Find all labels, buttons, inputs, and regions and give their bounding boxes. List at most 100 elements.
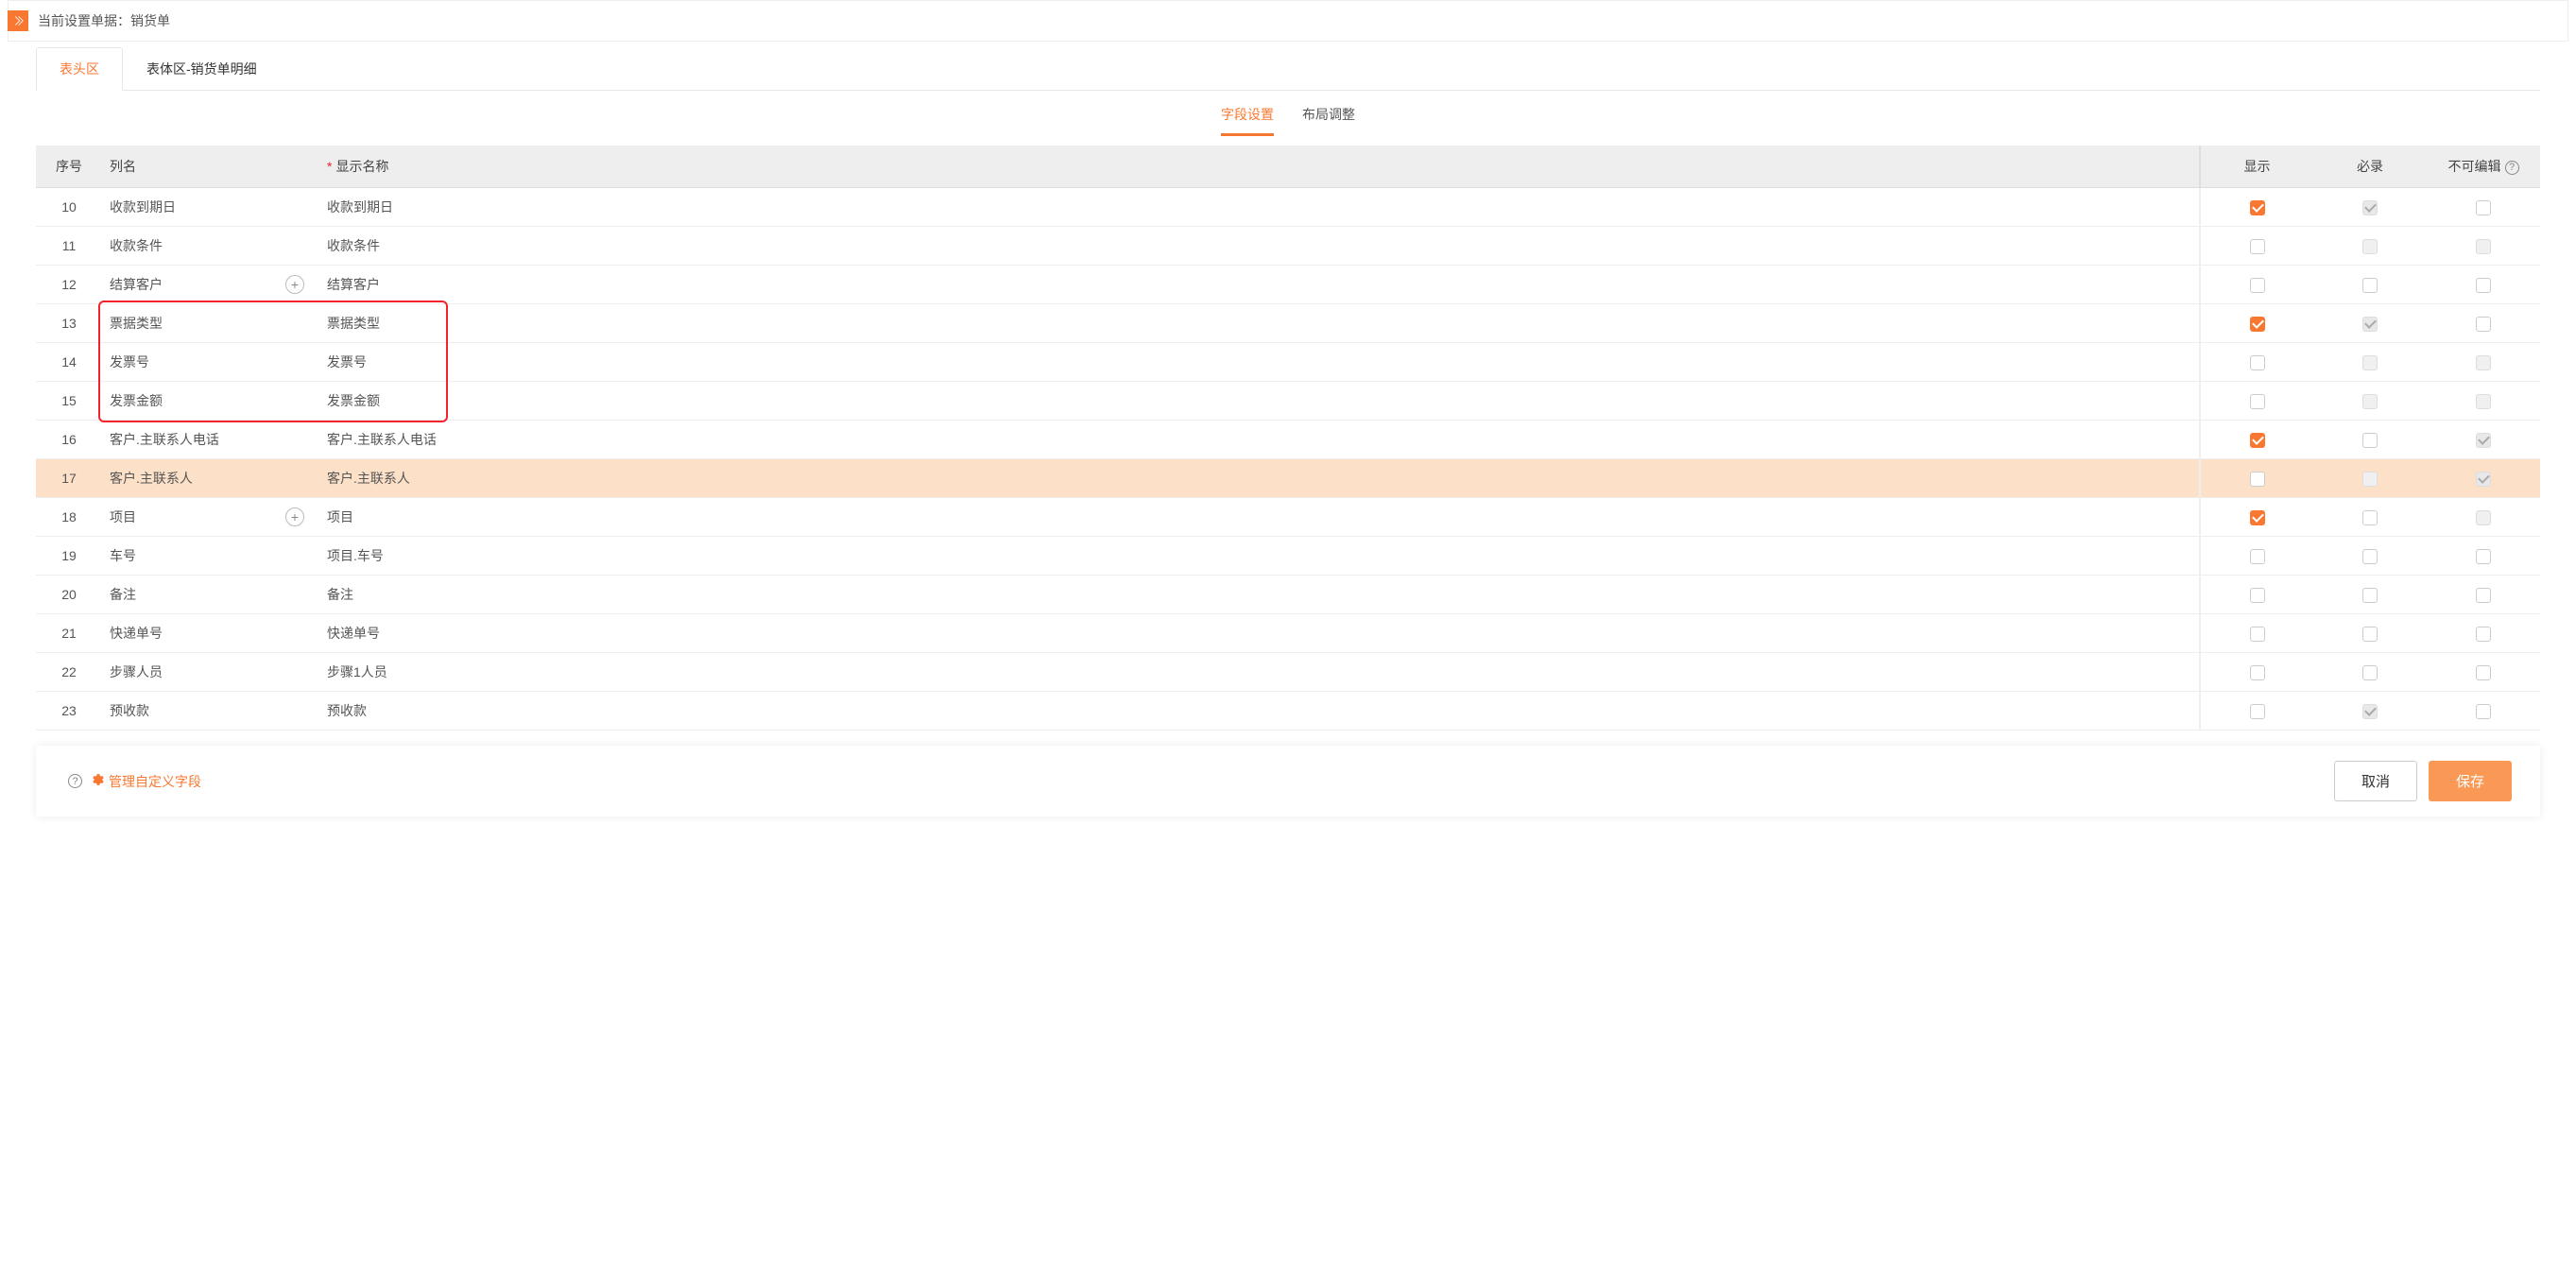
cell-display-name[interactable]: 发票金额 xyxy=(319,382,2200,421)
expand-plus-button[interactable]: + xyxy=(285,507,304,526)
col-name-text: 收款条件 xyxy=(110,238,163,253)
cell-col-name: 结算客户+ xyxy=(102,266,319,304)
readonly-checkbox[interactable] xyxy=(2476,627,2491,642)
readonly-checkbox[interactable] xyxy=(2476,317,2491,332)
cell-readonly xyxy=(2427,304,2540,343)
table-row: 19车号项目.车号 xyxy=(36,537,2540,576)
table-row: 15发票金额发票金额 xyxy=(36,382,2540,421)
cell-col-name: 票据类型 xyxy=(102,304,319,343)
save-button[interactable]: 保存 xyxy=(2429,761,2512,801)
cell-show xyxy=(2200,692,2313,731)
cancel-button[interactable]: 取消 xyxy=(2334,761,2417,801)
col-header-show: 显示 xyxy=(2200,146,2313,188)
cell-required xyxy=(2313,614,2427,653)
required-checkbox xyxy=(2362,472,2378,487)
required-mark: * xyxy=(327,159,332,174)
cell-seq: 21 xyxy=(36,614,102,653)
required-checkbox xyxy=(2362,239,2378,254)
sub-tabs: 字段设置布局调整 xyxy=(36,90,2540,136)
cell-show xyxy=(2200,614,2313,653)
readonly-checkbox xyxy=(2476,355,2491,370)
cell-display-name[interactable]: 项目 xyxy=(319,498,2200,537)
required-checkbox[interactable] xyxy=(2362,510,2378,525)
cell-display-name[interactable]: 票据类型 xyxy=(319,304,2200,343)
required-checkbox[interactable] xyxy=(2362,665,2378,680)
show-checkbox[interactable] xyxy=(2250,549,2265,564)
show-checkbox[interactable] xyxy=(2250,472,2265,487)
cell-col-name: 客户.主联系人电话 xyxy=(102,421,319,459)
col-name-text: 收款到期日 xyxy=(110,199,176,215)
required-checkbox[interactable] xyxy=(2362,278,2378,293)
cell-display-name[interactable]: 快递单号 xyxy=(319,614,2200,653)
cell-display-name[interactable]: 步骤1人员 xyxy=(319,653,2200,692)
cell-display-name[interactable]: 发票号 xyxy=(319,343,2200,382)
sub-tab-0[interactable]: 字段设置 xyxy=(1221,105,1274,136)
cell-seq: 15 xyxy=(36,382,102,421)
show-checkbox[interactable] xyxy=(2250,704,2265,719)
readonly-checkbox xyxy=(2476,510,2491,525)
readonly-checkbox[interactable] xyxy=(2476,549,2491,564)
readonly-checkbox[interactable] xyxy=(2476,588,2491,603)
cell-show xyxy=(2200,188,2313,227)
show-checkbox[interactable] xyxy=(2250,239,2265,254)
readonly-checkbox xyxy=(2476,472,2491,487)
cell-col-name: 发票号 xyxy=(102,343,319,382)
cell-show xyxy=(2200,653,2313,692)
show-checkbox[interactable] xyxy=(2250,394,2265,409)
cell-display-name[interactable]: 项目.车号 xyxy=(319,537,2200,576)
readonly-checkbox xyxy=(2476,239,2491,254)
col-header-required: 必录 xyxy=(2313,146,2427,188)
table-row: 14发票号发票号 xyxy=(36,343,2540,382)
cell-seq: 16 xyxy=(36,421,102,459)
collapse-toggle[interactable] xyxy=(8,10,28,31)
readonly-checkbox[interactable] xyxy=(2476,704,2491,719)
show-checkbox[interactable] xyxy=(2250,317,2265,332)
show-checkbox[interactable] xyxy=(2250,627,2265,642)
expand-plus-button[interactable]: + xyxy=(285,275,304,294)
cell-readonly xyxy=(2427,382,2540,421)
show-checkbox[interactable] xyxy=(2250,510,2265,525)
fields-table: 序号 列名 *显示名称 显示 必录 不可编辑? 10收款到期日收款到期日11收款… xyxy=(36,146,2540,731)
required-checkbox[interactable] xyxy=(2362,588,2378,603)
readonly-checkbox[interactable] xyxy=(2476,278,2491,293)
page-header: 当前设置单据：销货单 xyxy=(8,0,2568,42)
help-icon[interactable]: ? xyxy=(2505,161,2519,175)
show-checkbox[interactable] xyxy=(2250,588,2265,603)
cell-col-name: 步骤人员 xyxy=(102,653,319,692)
cell-show xyxy=(2200,382,2313,421)
cell-display-name[interactable]: 收款到期日 xyxy=(319,188,2200,227)
cell-display-name[interactable]: 收款条件 xyxy=(319,227,2200,266)
col-name-text: 步骤人员 xyxy=(110,664,163,679)
col-name-text: 项目 xyxy=(110,509,136,524)
cell-display-name[interactable]: 预收款 xyxy=(319,692,2200,731)
cell-readonly xyxy=(2427,537,2540,576)
cell-required xyxy=(2313,343,2427,382)
cell-col-name: 快递单号 xyxy=(102,614,319,653)
show-checkbox[interactable] xyxy=(2250,200,2265,215)
sub-tab-1[interactable]: 布局调整 xyxy=(1302,105,1355,136)
table-row: 21快递单号快递单号 xyxy=(36,614,2540,653)
required-checkbox[interactable] xyxy=(2362,549,2378,564)
main-tab-1[interactable]: 表体区-销货单明细 xyxy=(123,47,281,91)
cell-display-name[interactable]: 结算客户 xyxy=(319,266,2200,304)
manage-custom-fields-link[interactable]: 管理自定义字段 xyxy=(92,772,201,791)
required-checkbox[interactable] xyxy=(2362,627,2378,642)
show-checkbox[interactable] xyxy=(2250,278,2265,293)
show-checkbox[interactable] xyxy=(2250,665,2265,680)
page-title-prefix: 当前设置单据： xyxy=(38,13,130,28)
cell-seq: 23 xyxy=(36,692,102,731)
table-row: 16 客户.主联系人电话 客户.主联系人电话 xyxy=(36,421,2540,459)
cell-display-name[interactable]: 备注 xyxy=(319,576,2200,614)
readonly-checkbox[interactable] xyxy=(2476,665,2491,680)
cell-required xyxy=(2313,692,2427,731)
col-name-text: 客户.主联系人电话 xyxy=(110,432,219,447)
cell-readonly xyxy=(2427,459,2540,498)
cell-display-name[interactable]: 客户.主联系人电话 xyxy=(319,421,2200,459)
help-icon[interactable]: ? xyxy=(68,774,82,788)
cell-display-name[interactable]: 客户.主联系人 xyxy=(319,459,2200,498)
show-checkbox[interactable] xyxy=(2250,355,2265,370)
show-checkbox[interactable] xyxy=(2250,433,2265,448)
main-tab-0[interactable]: 表头区 xyxy=(36,47,123,91)
readonly-checkbox[interactable] xyxy=(2476,200,2491,215)
required-checkbox[interactable] xyxy=(2362,433,2378,448)
